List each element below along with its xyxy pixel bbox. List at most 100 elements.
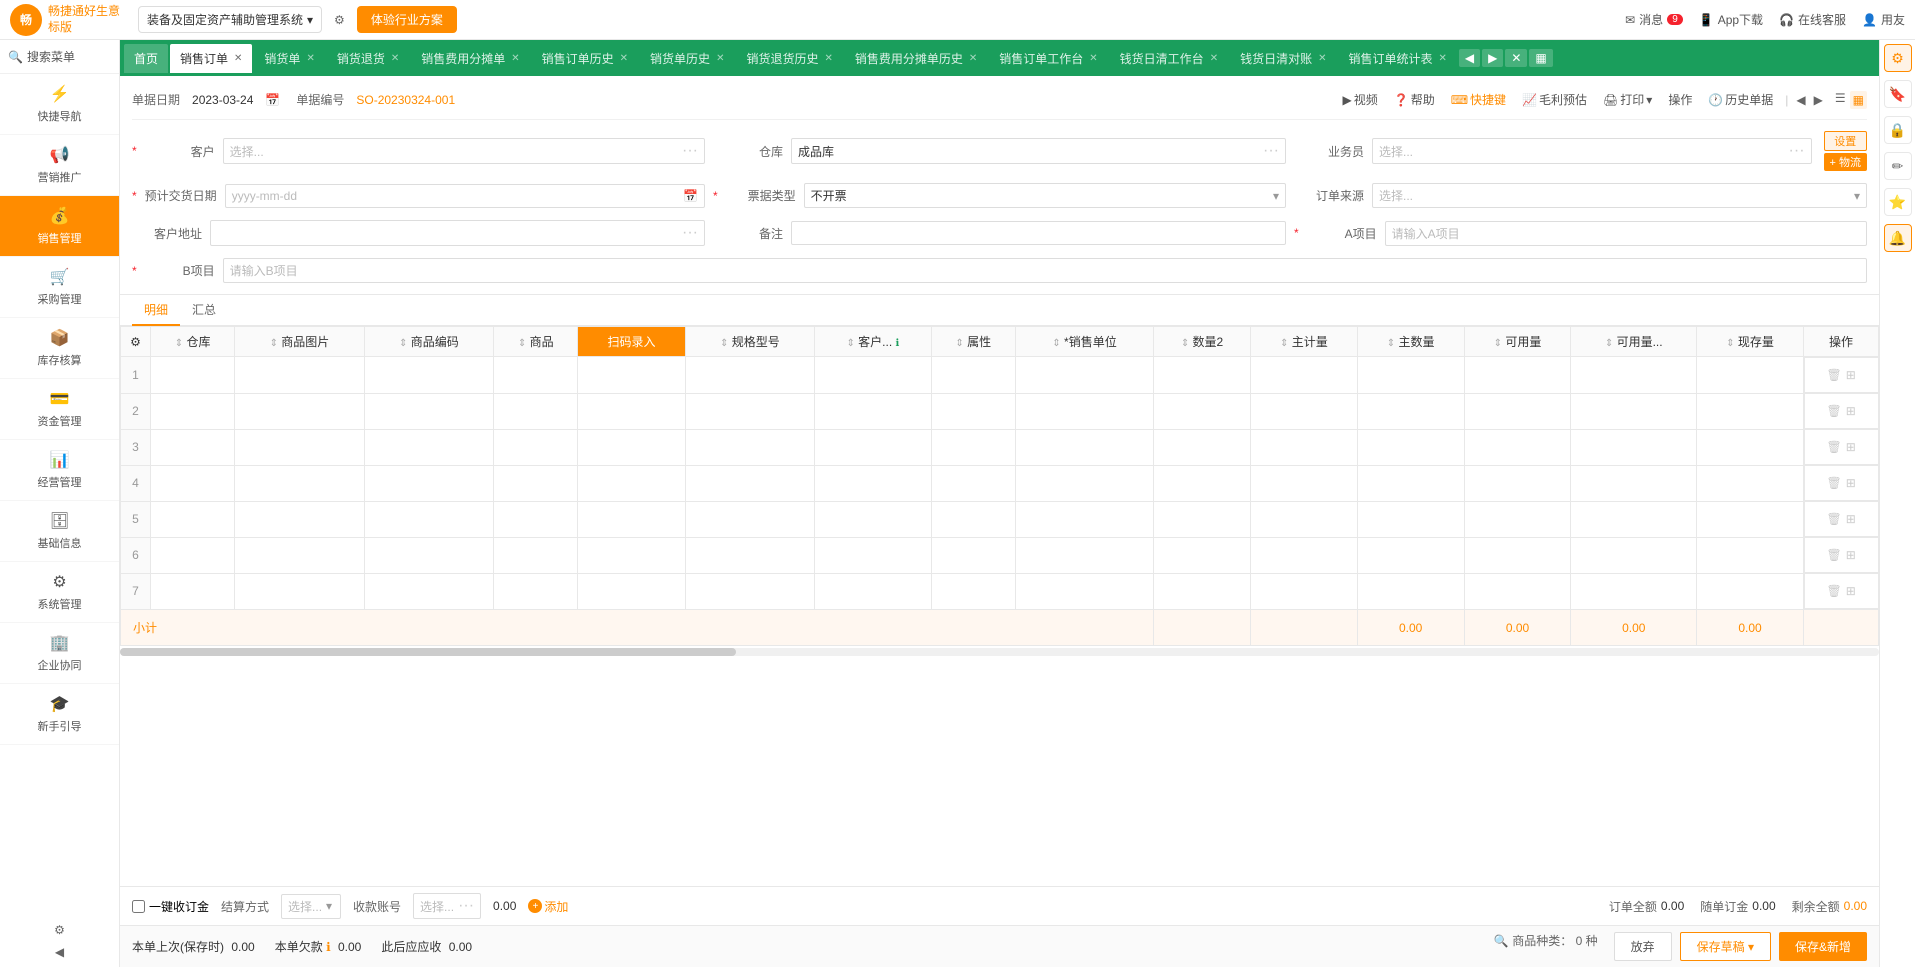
tab-expense[interactable]: 销售费用分摊单 ✕ — [411, 44, 529, 73]
row-delete-icon[interactable]: 🗑 — [1827, 404, 1842, 418]
col-code[interactable]: ⇕ 商品编码 — [364, 327, 493, 357]
sidebar-item-marketing[interactable]: 📢 营销推广 — [0, 135, 119, 196]
right-bookmark-btn[interactable]: 🔖 — [1884, 80, 1912, 108]
tab-close-icon[interactable]: ✕ — [1089, 53, 1097, 64]
tab-stats[interactable]: 销售订单统计表 ✕ — [1338, 44, 1456, 73]
sidebar-search[interactable]: 🔍 搜索菜单 — [0, 40, 119, 74]
discard-btn[interactable]: 放弃 — [1614, 932, 1672, 961]
col-spec[interactable]: ⇕ 规格型号 — [685, 327, 814, 357]
right-star-btn[interactable]: ⭐ — [1884, 188, 1912, 216]
print-btn[interactable]: 🖨 打印 ▾ — [1599, 89, 1656, 110]
row-delete-icon[interactable]: 🗑 — [1827, 476, 1842, 490]
sidebar-item-finance[interactable]: 💳 资金管理 — [0, 379, 119, 440]
tab-sales-order[interactable]: 销售订单 ✕ — [170, 44, 252, 73]
col-available2[interactable]: ⇕ 可用量... — [1571, 327, 1697, 357]
tab-close-icon[interactable]: ✕ — [511, 53, 519, 64]
sidebar-item-sales[interactable]: 💰 销售管理 — [0, 196, 119, 257]
online-service-btn[interactable]: 🎧 在线客服 — [1779, 11, 1846, 28]
row-copy-icon[interactable]: ⊞ — [1846, 548, 1856, 562]
right-pencil-btn[interactable]: ✏ — [1884, 152, 1912, 180]
row-delete-icon[interactable]: 🗑 — [1827, 584, 1842, 598]
tab-close-icon[interactable]: ✕ — [824, 53, 832, 64]
col-settings[interactable]: ⚙ — [121, 327, 151, 357]
grid-view-btn[interactable]: ▦ — [1850, 91, 1867, 109]
tab-order-history[interactable]: 销售订单历史 ✕ — [532, 44, 638, 73]
tab-close-icon[interactable]: ✕ — [1210, 53, 1218, 64]
message-btn[interactable]: ✉ 消息 9 — [1625, 11, 1683, 28]
col-warehouse[interactable]: ⇕ 仓库 — [151, 327, 235, 357]
save-draft-btn[interactable]: 保存草稿 ▾ — [1680, 932, 1771, 961]
nav-prev-btn[interactable]: ◀ — [1796, 93, 1805, 107]
row-copy-icon[interactable]: ⊞ — [1846, 512, 1856, 526]
collapse-icon[interactable]: ◀ — [55, 945, 64, 959]
sidebar-item-quick-nav[interactable]: ⚡ 快捷导航 — [0, 74, 119, 135]
help-btn[interactable]: ❓ 帮助 — [1390, 89, 1439, 110]
list-view-btn[interactable]: ☰ — [1835, 91, 1846, 109]
delivery-input[interactable]: yyyy-mm-dd 📅 — [225, 184, 705, 208]
tab-expense-history[interactable]: 销售费用分摊单历史 ✕ — [845, 44, 987, 73]
row-delete-icon[interactable]: 🗑 — [1827, 368, 1842, 382]
row-delete-icon[interactable]: 🗑 — [1827, 548, 1842, 562]
settings-bottom-icon[interactable]: ⚙ — [54, 923, 65, 937]
tab-invoice[interactable]: 销货单 ✕ — [254, 44, 324, 73]
tab-invoice-history[interactable]: 销货单历史 ✕ — [640, 44, 734, 73]
col-image[interactable]: ⇕ 商品图片 — [235, 327, 364, 357]
tab-detail[interactable]: 明细 — [132, 295, 180, 326]
tab-prev-btn[interactable]: ◀ — [1459, 49, 1480, 67]
profit-btn[interactable]: 📈 毛利预估 — [1518, 89, 1591, 110]
tab-menu-btn[interactable]: ▦ — [1529, 49, 1552, 67]
tab-return-history[interactable]: 销货退货历史 ✕ — [736, 44, 842, 73]
tab-cash-workbench[interactable]: 钱货日清工作台 ✕ — [1110, 44, 1228, 73]
settings-icon[interactable]: ⚙ — [330, 9, 349, 31]
row-delete-icon[interactable]: 🗑 — [1827, 440, 1842, 454]
tab-home[interactable]: 首页 — [124, 44, 168, 73]
calendar-icon[interactable]: 📅 — [265, 93, 280, 107]
warehouse-input[interactable]: 成品库 ··· — [791, 138, 1286, 164]
horizontal-scrollbar[interactable] — [120, 646, 1879, 654]
tab-summary[interactable]: 汇总 — [180, 295, 228, 326]
order-source-input[interactable]: 选择... ▾ — [1372, 183, 1867, 208]
tab-reconcile[interactable]: 钱货日清对账 ✕ — [1230, 44, 1336, 73]
tab-return[interactable]: 销货退货 ✕ — [327, 44, 409, 73]
row-copy-icon[interactable]: ⊞ — [1846, 368, 1856, 382]
history-btn[interactable]: 🕐 历史单据 — [1704, 89, 1777, 110]
sidebar-item-inventory[interactable]: 📦 库存核算 — [0, 318, 119, 379]
system-selector[interactable]: 装备及固定资产辅助管理系统 ▾ — [138, 6, 322, 33]
note-input[interactable] — [791, 221, 1286, 245]
sidebar-item-guide[interactable]: 🎓 新手引导 — [0, 684, 119, 745]
col-available[interactable]: ⇕ 可用量 — [1464, 327, 1571, 357]
tab-close-icon[interactable]: ✕ — [620, 53, 628, 64]
one-key-check[interactable] — [132, 900, 145, 913]
row-delete-icon[interactable]: 🗑 — [1827, 512, 1842, 526]
tab-close-icon[interactable]: ✕ — [716, 53, 724, 64]
scrollbar-thumb[interactable] — [120, 648, 736, 656]
payment-select[interactable]: 选择... ▾ — [281, 894, 341, 919]
tab-close-icon[interactable]: ✕ — [306, 53, 314, 64]
row-copy-icon[interactable]: ⊞ — [1846, 404, 1856, 418]
right-alert-btn[interactable]: 🔔 — [1884, 224, 1912, 252]
col-unit[interactable]: ⇕ *销售单位 — [1015, 327, 1153, 357]
current-debt-info[interactable]: ℹ — [326, 940, 331, 954]
industry-btn[interactable]: 体验行业方案 — [357, 6, 457, 33]
user-btn[interactable]: 👤 用友 — [1862, 11, 1905, 28]
sidebar-item-operations[interactable]: 📊 经营管理 — [0, 440, 119, 501]
one-key-checkbox[interactable]: 一键收订金 — [132, 898, 209, 915]
row-copy-icon[interactable]: ⊞ — [1846, 584, 1856, 598]
tab-close-icon[interactable]: ✕ — [1439, 53, 1447, 64]
operation-btn[interactable]: 操作 — [1664, 89, 1696, 110]
col-product[interactable]: ⇕ 商品 — [494, 327, 578, 357]
sidebar-item-basic[interactable]: 🗄 基础信息 — [0, 501, 119, 562]
print-chevron[interactable]: ▾ — [1646, 93, 1652, 107]
add-btn[interactable]: + 添加 — [528, 898, 568, 915]
row-copy-icon[interactable]: ⊞ — [1846, 440, 1856, 454]
row-copy-icon[interactable]: ⊞ — [1846, 476, 1856, 490]
col-stock[interactable]: ⇕ 现存量 — [1697, 327, 1804, 357]
account-select[interactable]: 选择... ··· — [413, 893, 481, 919]
col-qty2[interactable]: ⇕ 数量2 — [1154, 327, 1251, 357]
sidebar-item-enterprise[interactable]: 🏢 企业协同 — [0, 623, 119, 684]
tab-next-btn[interactable]: ▶ — [1482, 49, 1503, 67]
invoice-input[interactable]: 不开票 ▾ — [804, 183, 1286, 208]
save-new-btn[interactable]: 保存&新增 — [1779, 932, 1867, 961]
right-lock-btn[interactable]: 🔒 — [1884, 116, 1912, 144]
b-project-input[interactable]: 请输入B项目 — [223, 258, 1867, 283]
